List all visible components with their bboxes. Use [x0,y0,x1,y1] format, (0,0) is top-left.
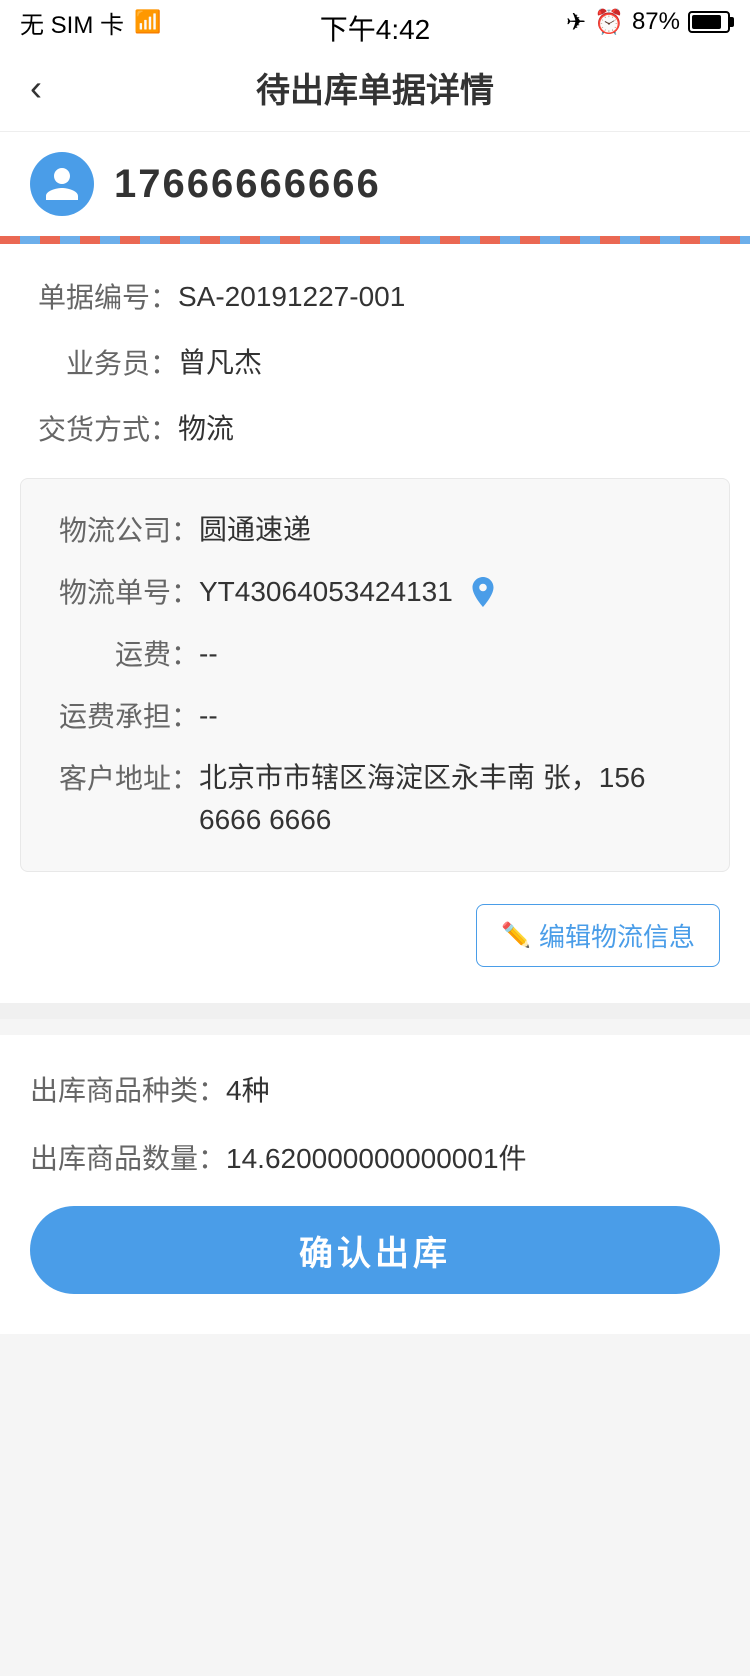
section-divider-1 [0,1003,750,1019]
status-time: 下午4:42 [320,8,431,48]
bottom-spacer [0,1306,750,1506]
battery-indicator [688,11,730,33]
goods-type-value: 4种 [226,1069,720,1109]
freight-bear-row: 运费承担： -- [31,685,719,747]
confirm-outbound-button[interactable]: 确认出库 [30,1206,720,1294]
logistics-tracking-label: 物流单号： [51,571,199,611]
customer-header: 17666666666 [0,132,750,236]
order-id-row: 单据编号： SA-20191227-001 [0,264,750,330]
nav-bar: ‹ 待出库单据详情 [0,44,750,132]
edit-icon: ✏️ [501,921,531,950]
order-info-section: 单据编号： SA-20191227-001 业务员： 曾凡杰 交货方式： 物流 … [0,244,750,1003]
carrier-label: 无 SIM 卡 [20,5,124,40]
avatar [30,152,94,216]
address-label: 客户地址： [51,757,199,797]
goods-quantity-value: 14.620000000000001件 [226,1137,720,1177]
status-left: 无 SIM 卡 📶 [20,5,161,40]
main-content: 17666666666 单据编号： SA-20191227-001 业务员： 曾… [0,132,750,1676]
logistics-card: 物流公司： 圆通速递 物流单号： YT43064053424131 运费： --… [20,478,730,872]
status-right: ✈ ⏰ 87% [566,8,730,37]
order-id-value: SA-20191227-001 [178,276,720,318]
logistics-tracking-row: 物流单号： YT43064053424131 [31,561,719,623]
confirm-btn-area: 确认出库 [0,1186,750,1334]
logistics-tracking-value: YT43064053424131 [199,571,699,613]
location-status-icon: ✈ [566,8,586,37]
freight-value: -- [199,633,699,675]
freight-bear-label: 运费承担： [51,695,199,735]
page-title: 待出库单据详情 [256,63,494,112]
edit-logistics-btn-area: ✏️ 编辑物流信息 [0,888,750,983]
logistics-company-row: 物流公司： 圆通速递 [31,499,719,561]
dashed-divider [0,236,750,244]
logistics-company-label: 物流公司： [51,509,199,549]
alarm-icon: ⏰ [594,8,624,37]
delivery-label: 交货方式： [30,408,178,448]
customer-phone: 17666666666 [114,162,381,207]
delivery-row: 交货方式： 物流 [0,396,750,462]
address-value: 北京市市辖区海淀区永丰南 张，156 6666 6666 [199,757,699,841]
goods-type-label: 出库商品种类： [30,1069,226,1109]
goods-type-row: 出库商品种类： 4种 [0,1055,750,1123]
order-id-label: 单据编号： [30,276,178,316]
salesman-value: 曾凡杰 [178,342,720,384]
salesman-row: 业务员： 曾凡杰 [0,330,750,396]
status-bar: 无 SIM 卡 📶 下午4:42 ✈ ⏰ 87% [0,0,750,44]
edit-logistics-label: 编辑物流信息 [539,917,695,954]
user-icon [42,164,82,204]
battery-percent: 87% [632,8,680,36]
address-row: 客户地址： 北京市市辖区海淀区永丰南 张，156 6666 6666 [31,747,719,851]
freight-row: 运费： -- [31,623,719,685]
goods-quantity-row: 出库商品数量： 14.620000000000001件 [0,1123,750,1191]
back-button[interactable]: ‹ [30,70,42,106]
freight-bear-value: -- [199,695,699,737]
freight-label: 运费： [51,633,199,673]
delivery-value: 物流 [178,408,720,450]
map-location-icon[interactable] [465,574,501,610]
logistics-company-value: 圆通速递 [199,509,699,551]
battery-fill [692,15,721,29]
wifi-icon: 📶 [134,9,161,35]
salesman-label: 业务员： [30,342,178,382]
goods-quantity-label: 出库商品数量： [30,1137,226,1177]
edit-logistics-button[interactable]: ✏️ 编辑物流信息 [476,904,720,967]
